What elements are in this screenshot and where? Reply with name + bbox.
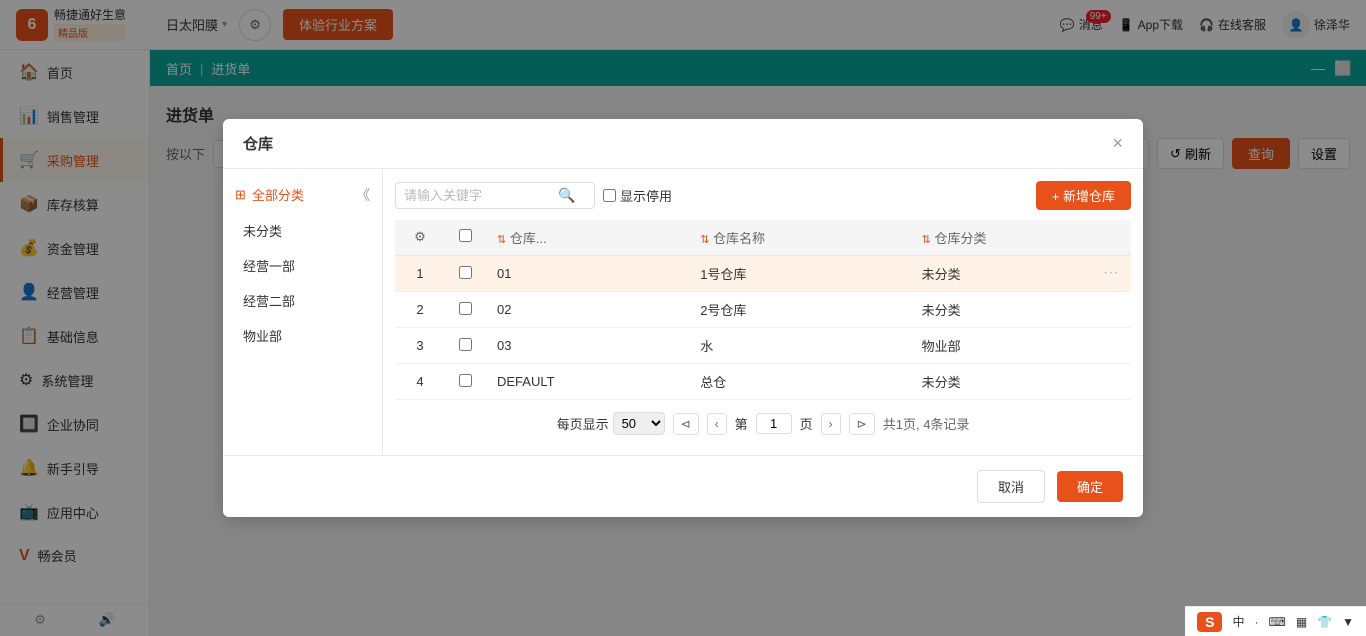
brand-s-logo: S — [1197, 612, 1222, 632]
dialog-body: ⊞ 全部分类 《 未分类 经营一部 经营二部 物业部 — [223, 169, 1143, 456]
page-label: 第 — [735, 414, 748, 433]
row-index: 1 — [395, 255, 445, 292]
pagination: 每页显示 50 10 20 100 ⊲ ‹ 第 页 › ⊳ — [395, 400, 1131, 443]
confirm-btn[interactable]: 确定 — [1057, 471, 1123, 502]
row-checkbox[interactable] — [445, 292, 485, 328]
cat-item-ops1[interactable]: 经营一部 — [223, 248, 382, 283]
cat-toggle-icon[interactable]: 《 — [356, 185, 370, 205]
status-zh: 中 — [1232, 613, 1244, 630]
th-settings: ⚙ — [395, 220, 445, 256]
first-page-btn[interactable]: ⊲ — [673, 413, 699, 435]
table-row[interactable]: 4 DEFAULT 总仓 未分类 — [395, 364, 1131, 400]
row-checkbox[interactable] — [445, 364, 485, 400]
status-bar: S 中 · ⌨ ▦ 👕 ▼ — [1185, 606, 1366, 636]
row-category: 未分类 — [910, 292, 1131, 328]
row-code: 01 — [485, 255, 688, 292]
row-actions[interactable]: ··· — [1103, 264, 1119, 282]
dialog-header: 仓库 × — [223, 119, 1143, 169]
search-icon[interactable]: 🔍 — [558, 187, 575, 204]
dialog-close-btn[interactable]: × — [1112, 134, 1123, 152]
select-all-checkbox[interactable] — [459, 229, 472, 242]
last-page-btn[interactable]: ⊳ — [849, 413, 875, 435]
row-name: 总仓 — [688, 364, 909, 400]
sort-code-icon[interactable]: ⇅ — [497, 234, 506, 246]
all-categories-item[interactable]: ⊞ 全部分类 《 — [223, 177, 382, 213]
row-code: DEFAULT — [485, 364, 688, 400]
dialog-overlay: 仓库 × ⊞ 全部分类 《 未分类 经营一部 经营二部 — [0, 0, 1366, 636]
cancel-btn[interactable]: 取消 — [977, 470, 1045, 503]
status-shirt: 👕 — [1317, 615, 1332, 629]
show-disabled-text: 显示停用 — [620, 186, 672, 205]
status-dot: · — [1254, 615, 1258, 629]
th-category: ⇅ 仓库分类 — [910, 220, 1131, 256]
dialog-title: 仓库 — [243, 133, 273, 154]
category-panel: ⊞ 全部分类 《 未分类 经营一部 经营二部 物业部 — [223, 169, 383, 456]
page-size-select: 每页显示 50 10 20 100 — [557, 412, 665, 435]
row-code: 02 — [485, 292, 688, 328]
per-page-label: 每页显示 — [557, 414, 609, 433]
cat-label-ops2: 经营二部 — [243, 294, 295, 309]
row-checkbox[interactable] — [445, 328, 485, 364]
table-row[interactable]: 1 01 1号仓库 未分类 ··· — [395, 255, 1131, 292]
th-code-label: 仓库... — [510, 231, 547, 246]
search-input[interactable] — [404, 188, 554, 203]
per-page-dropdown[interactable]: 50 10 20 100 — [613, 412, 665, 435]
next-page-btn[interactable]: › — [821, 413, 841, 435]
row-checkbox[interactable] — [445, 255, 485, 292]
sort-cat-icon[interactable]: ⇅ — [922, 234, 931, 246]
show-disabled-label: 显示停用 — [603, 186, 672, 205]
warehouse-dialog: 仓库 × ⊞ 全部分类 《 未分类 经营一部 经营二部 — [223, 119, 1143, 518]
cat-item-property[interactable]: 物业部 — [223, 318, 382, 353]
status-grid: ▦ — [1296, 615, 1307, 629]
dialog-footer: 取消 确定 — [223, 455, 1143, 517]
cat-item-ops2[interactable]: 经营二部 — [223, 283, 382, 318]
row-name: 2号仓库 — [688, 292, 909, 328]
warehouse-table: ⚙ ⇅ 仓库... ⇅ 仓库名称 — [395, 220, 1131, 401]
row-code: 03 — [485, 328, 688, 364]
th-cat-label: 仓库分类 — [934, 231, 986, 246]
table-toolbar: 🔍 显示停用 + 新增仓库 — [395, 181, 1131, 210]
table-panel: 🔍 显示停用 + 新增仓库 ⚙ — [383, 169, 1143, 456]
s-icon: S — [1205, 614, 1214, 630]
show-disabled-checkbox[interactable] — [603, 189, 616, 202]
row-index: 4 — [395, 364, 445, 400]
cat-item-unclassified[interactable]: 未分类 — [223, 213, 382, 248]
col-settings-icon[interactable]: ⚙ — [414, 229, 426, 244]
search-box: 🔍 — [395, 182, 595, 209]
page-unit: 页 — [800, 414, 813, 433]
th-name: ⇅ 仓库名称 — [688, 220, 909, 256]
th-code: ⇅ 仓库... — [485, 220, 688, 256]
row-category: 未分类 — [910, 364, 1131, 400]
status-keyboard: ⌨ — [1268, 615, 1285, 629]
all-cat-icon: ⊞ — [235, 187, 246, 203]
page-input[interactable] — [756, 413, 792, 434]
all-cat-label: 全部分类 — [252, 185, 304, 204]
row-name: 1号仓库 — [688, 255, 909, 292]
cat-label-ops1: 经营一部 — [243, 259, 295, 274]
th-name-label: 仓库名称 — [713, 231, 765, 246]
row-category: 未分类 ··· — [910, 256, 1131, 292]
row-index: 2 — [395, 292, 445, 328]
add-warehouse-btn[interactable]: + 新增仓库 — [1036, 181, 1131, 210]
total-info: 共1页, 4条记录 — [883, 414, 970, 433]
status-down: ▼ — [1342, 615, 1354, 629]
prev-page-btn[interactable]: ‹ — [707, 413, 727, 435]
cat-label-unclassified: 未分类 — [243, 224, 282, 239]
row-index: 3 — [395, 328, 445, 364]
sort-name-icon[interactable]: ⇅ — [700, 234, 709, 246]
cat-label-property: 物业部 — [243, 329, 282, 344]
th-checkbox — [445, 220, 485, 256]
table-row[interactable]: 3 03 水 物业部 — [395, 328, 1131, 364]
row-name: 水 — [688, 328, 909, 364]
table-row[interactable]: 2 02 2号仓库 未分类 — [395, 292, 1131, 328]
row-category: 物业部 — [910, 328, 1131, 364]
